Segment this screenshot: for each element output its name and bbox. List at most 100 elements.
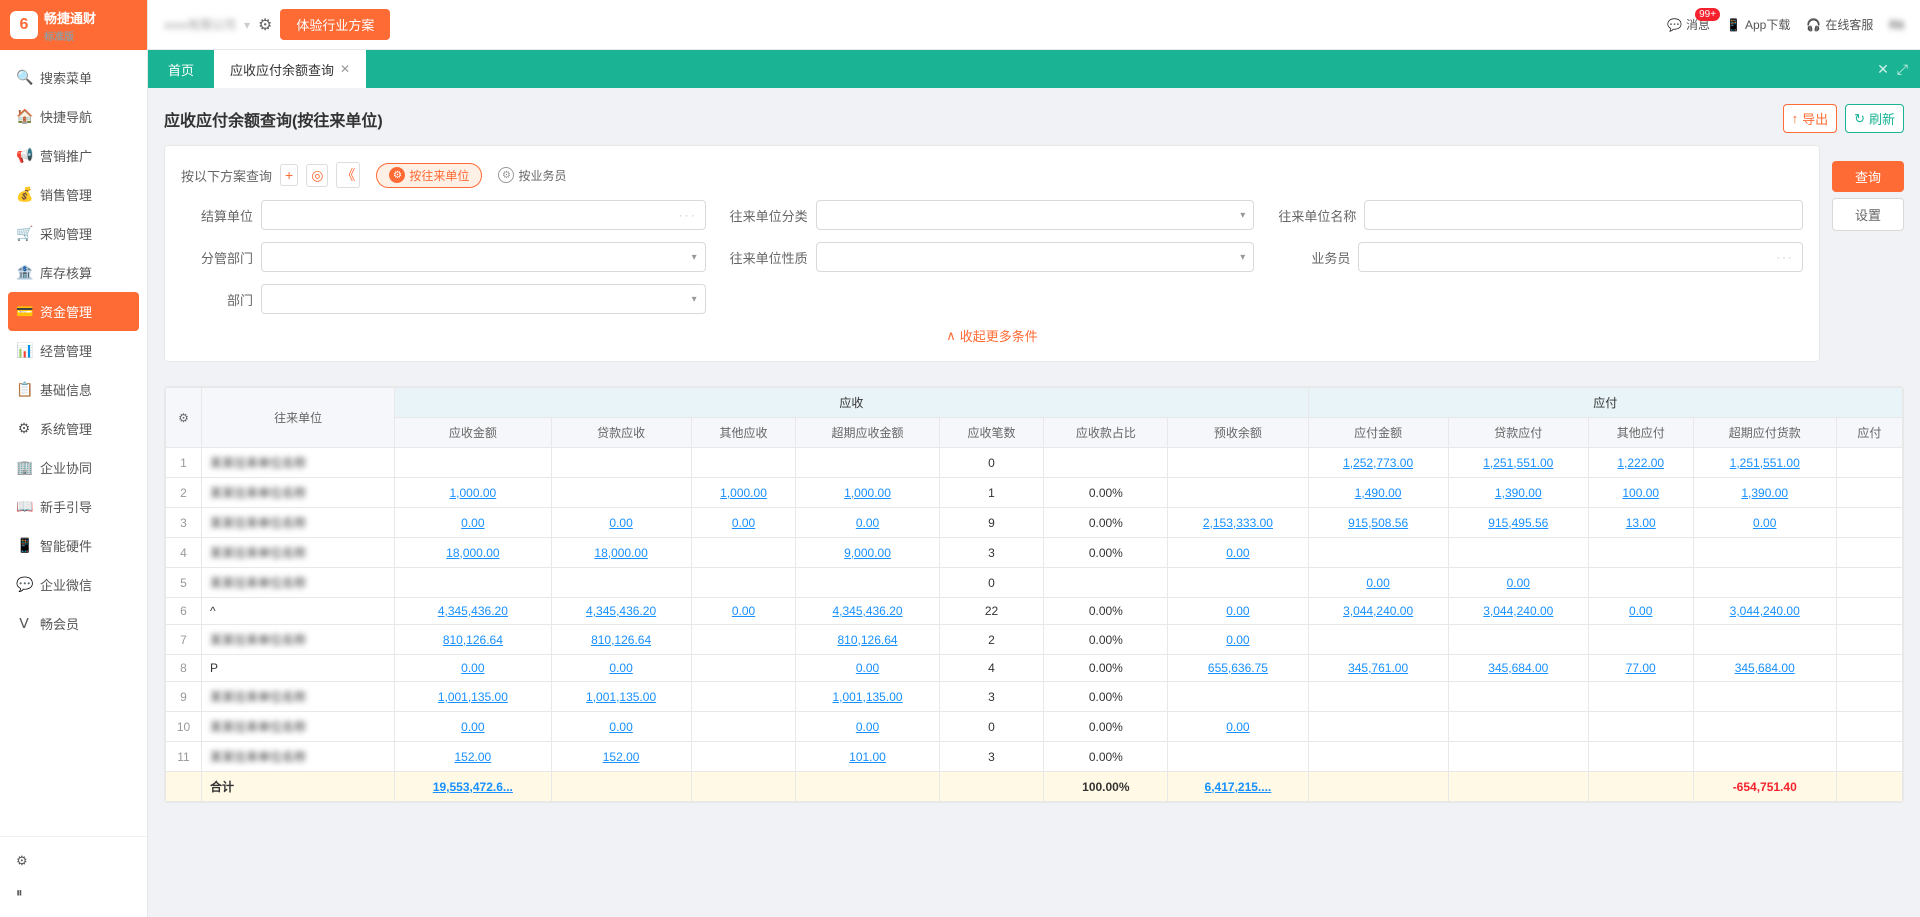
collapse-icon: ⏸	[16, 885, 23, 901]
sidebar-menu: 🔍搜索菜单🏠快捷导航📢营销推广💰销售管理🛒采购管理🏦库存核算💳资金管理📊经营管理…	[0, 50, 147, 836]
total-ap-overdue: -654,751.40	[1693, 772, 1836, 802]
scheme-active-item[interactable]: ⚙ 按往来单位	[376, 163, 482, 188]
online-service-item[interactable]: 🎧 在线客服	[1806, 16, 1873, 33]
edit-scheme-button[interactable]: ◎	[306, 164, 328, 187]
filter-input-partner-name[interactable]	[1364, 200, 1803, 230]
table-row: 3某某往来单位名称0.000.000.000.0090.00%2,153,333…	[166, 508, 1903, 538]
gear-button[interactable]: ⚙	[258, 15, 272, 35]
export-button[interactable]: ↑ 导出	[1783, 104, 1838, 133]
app-download-item[interactable]: 📱 App下载	[1726, 16, 1790, 33]
tab-ar-query[interactable]: 应收应付余额查询 ✕	[214, 50, 366, 88]
app-icon: 📱	[1726, 18, 1741, 32]
scheme-icon: ⚙	[389, 167, 405, 183]
sidebar-item-finance[interactable]: 💳资金管理	[8, 292, 139, 331]
set-button[interactable]: 设置	[1832, 198, 1904, 231]
dept-arrow: ▾	[692, 252, 697, 263]
sidebar-logo: 6 畅捷通财 标准版	[0, 0, 147, 50]
filter-label-dept: 分管部门	[181, 248, 253, 267]
service-icon: 🎧	[1806, 18, 1821, 32]
sidebar-item-system[interactable]: ⚙系统管理	[0, 409, 147, 448]
table-settings-icon[interactable]: ⚙	[166, 388, 202, 448]
scheme-other-item[interactable]: ⚙ 按业务员	[488, 164, 576, 187]
filter-scheme-label: 按以下方案查询	[181, 166, 272, 185]
filter-side-buttons: 查询 设置	[1832, 145, 1904, 374]
sidebar-item-sales[interactable]: 💰销售管理	[0, 175, 147, 214]
filter-grid: 结算单位 ··· 往来单位分类 ▾ 往来单位名称	[181, 200, 1803, 314]
query-button[interactable]: 查询	[1832, 161, 1904, 192]
tab-home[interactable]: 首页	[148, 50, 214, 88]
user-info[interactable]: Rit	[1889, 18, 1904, 32]
tab-expand-action[interactable]: ⤢	[1897, 61, 1908, 78]
filter-input-settlement[interactable]: ···	[261, 200, 706, 230]
sales-icon: 💰	[16, 186, 32, 203]
sidebar-item-search-menu[interactable]: 🔍搜索菜单	[0, 58, 147, 97]
collapse-arrow: ∧	[946, 328, 956, 344]
total-row: 合计 19,553,472.6... 100.00% 6,417,215....…	[166, 772, 1903, 802]
sidebar-item-basic[interactable]: 📋 基础信息	[0, 370, 147, 409]
filter-actions: ∧ 收起更多条件	[181, 326, 1803, 345]
solution-button[interactable]: 体验行业方案	[280, 9, 390, 40]
filter-input-dept[interactable]: ▾	[261, 242, 706, 272]
filter-scheme-row: 按以下方案查询 + ◎ 《 ⚙ 按往来单位 ⚙ 按业务员	[181, 162, 1803, 188]
table-row: 2某某往来单位名称1,000.001,000.001,000.0010.00%1…	[166, 478, 1903, 508]
table-row: 9某某往来单位名称1,001,135.001,001,135.001,001,1…	[166, 682, 1903, 712]
sidebar-item-label-hardware: 智能硬件	[40, 536, 92, 555]
filter-input-division[interactable]: ▾	[261, 284, 706, 314]
tab-home-label: 首页	[168, 60, 194, 79]
total-label: 合计	[202, 772, 395, 802]
filter-row-settlement: 结算单位 ···	[181, 200, 706, 230]
table-row: 6^4,345,436.204,345,436.200.004,345,436.…	[166, 598, 1903, 625]
filter-label-salesperson: 业务员	[1278, 248, 1350, 267]
sidebar-item-marketing[interactable]: 📢营销推广	[0, 136, 147, 175]
notification-item[interactable]: 💬 消息 99+	[1667, 16, 1710, 33]
sidebar-item-label-basic: 基础信息	[40, 380, 92, 399]
filter-label-division: 部门	[181, 290, 253, 309]
col-header-ar-ratio: 应收款占比	[1044, 418, 1168, 448]
refresh-button[interactable]: ↻ 刷新	[1845, 104, 1904, 133]
sidebar-item-hardware[interactable]: 📱智能硬件	[0, 526, 147, 565]
collapse-scheme-button[interactable]: 《	[336, 162, 360, 188]
total-empty	[166, 772, 202, 802]
col-header-ar-credit: 贷款应收	[551, 418, 691, 448]
purchase-icon: 🛒	[16, 225, 32, 242]
breadcrumb-arrow: ▾	[244, 18, 250, 32]
sidebar-item-quick-nav[interactable]: 🏠快捷导航	[0, 97, 147, 136]
col-header-ar-amount: 应收金额	[395, 418, 551, 448]
sidebar-item-operations[interactable]: 📊经营管理	[0, 331, 147, 370]
basic-icon: 📋	[16, 381, 32, 398]
sidebar-bottom-collapse[interactable]: ⏸	[0, 877, 147, 909]
sidebar-item-purchase[interactable]: 🛒采购管理	[0, 214, 147, 253]
partner-nature-arrow: ▾	[1240, 252, 1245, 263]
table-row: 1某某往来单位名称01,252,773.001,251,551.001,222.…	[166, 448, 1903, 478]
filter-input-partner-type[interactable]: ▾	[816, 200, 1255, 230]
sidebar-item-wechat[interactable]: 💬企业微信	[0, 565, 147, 604]
sidebar-item-label-corp: 企业协同	[40, 458, 92, 477]
filter-label-settlement: 结算单位	[181, 206, 253, 225]
filter-area: 按以下方案查询 + ◎ 《 ⚙ 按往来单位 ⚙ 按业务员	[164, 145, 1820, 362]
filter-input-partner-nature[interactable]: ▾	[816, 242, 1255, 272]
filter-input-salesperson[interactable]: ···	[1358, 242, 1803, 272]
total-advance: 6,417,215....	[1168, 772, 1308, 802]
col-group-ap: 应付	[1308, 388, 1902, 418]
col-group-ar: 应收	[395, 388, 1308, 418]
sidebar-bottom-settings[interactable]: ⚙	[0, 845, 147, 877]
table-row: 7某某往来单位名称810,126.64810,126.64810,126.642…	[166, 625, 1903, 655]
add-scheme-button[interactable]: +	[280, 164, 298, 186]
sidebar-item-label-member: 畅会员	[40, 614, 79, 633]
page-title: 应收应付余额查询(按往来单位)	[164, 107, 383, 131]
logo-sub: 标准版	[44, 28, 96, 43]
table-row: 4某某往来单位名称18,000.0018,000.009,000.0030.00…	[166, 538, 1903, 568]
operations-icon: 📊	[16, 342, 32, 359]
filter-label-partner-nature: 往来单位性质	[730, 248, 808, 267]
tab-close-action[interactable]: ✕	[1877, 61, 1889, 78]
sidebar-item-corp[interactable]: 🏢企业协同	[0, 448, 147, 487]
sidebar-item-member[interactable]: Ⅴ畅会员	[0, 604, 147, 643]
wechat-icon: 💬	[16, 576, 32, 593]
user-name: Rit	[1889, 18, 1904, 32]
collapse-button[interactable]: ∧ 收起更多条件	[946, 326, 1038, 345]
sidebar-item-guide[interactable]: 📖新手引导	[0, 487, 147, 526]
sidebar-item-inventory[interactable]: 🏦库存核算	[0, 253, 147, 292]
tab-close-icon[interactable]: ✕	[340, 62, 350, 76]
online-service-label: 在线客服	[1825, 16, 1873, 33]
division-arrow: ▾	[692, 294, 697, 305]
